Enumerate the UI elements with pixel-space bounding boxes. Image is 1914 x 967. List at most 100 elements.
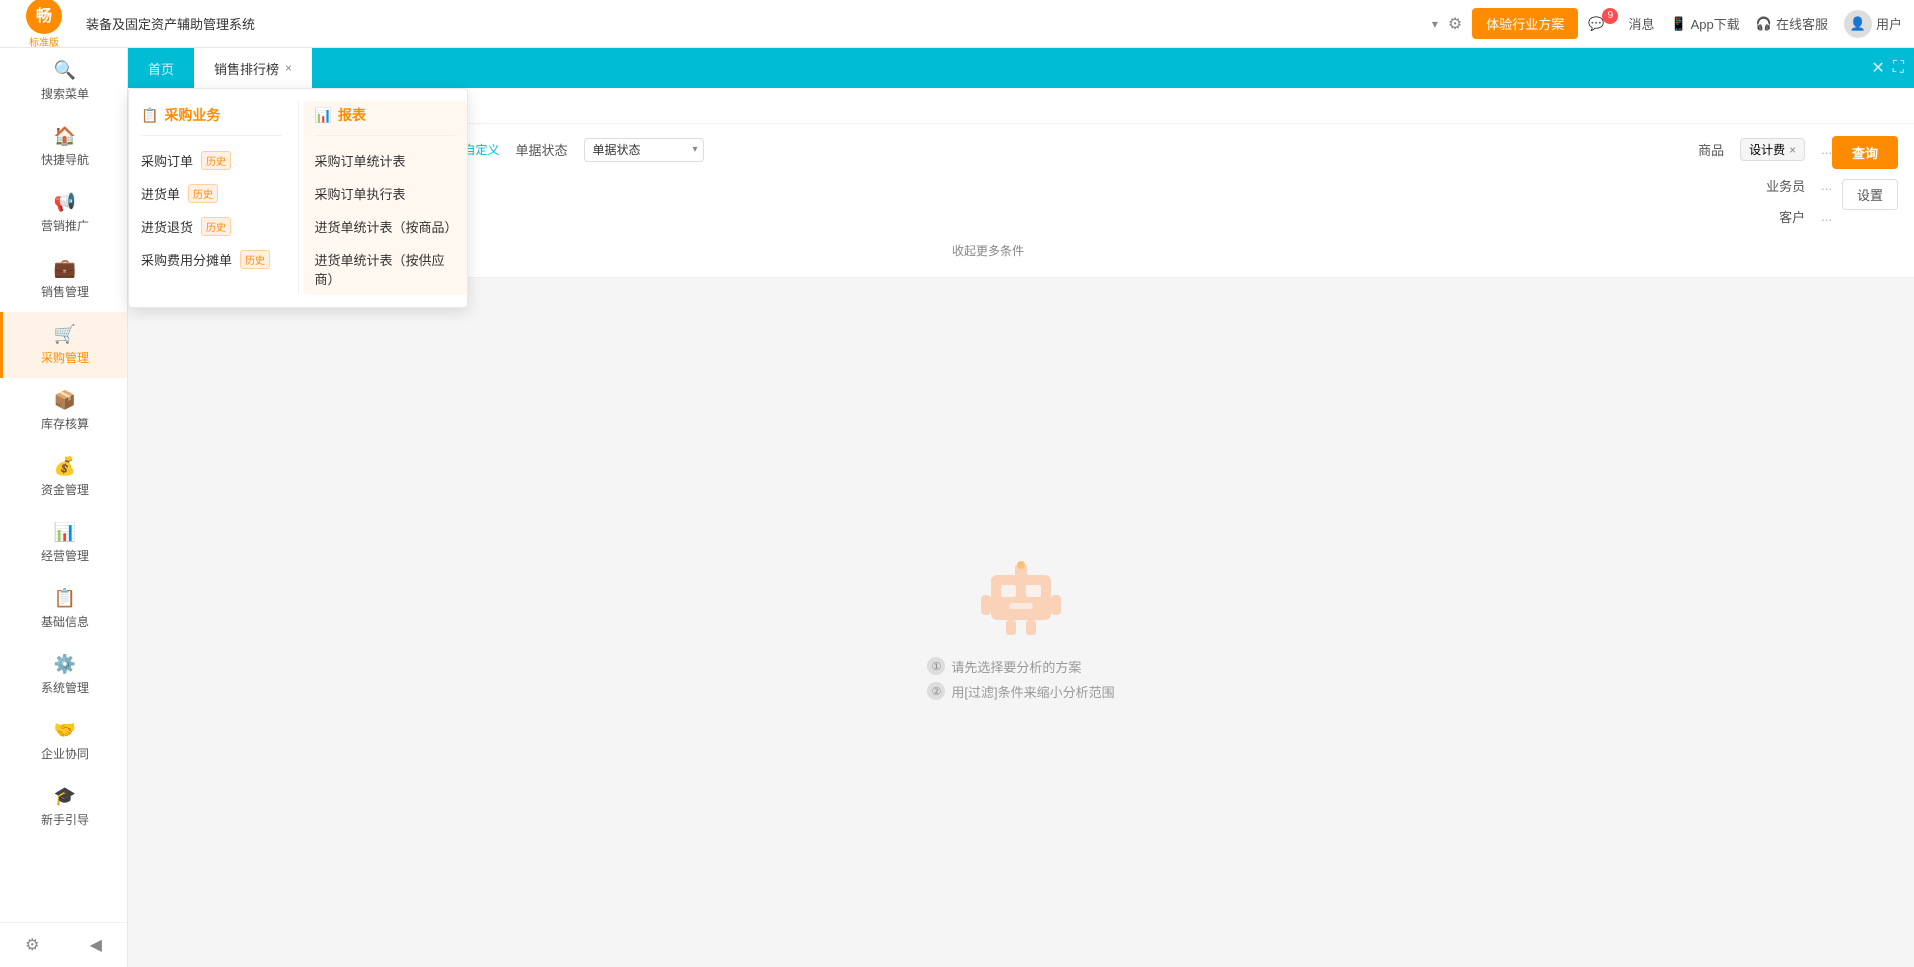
- sidebar-item-inventory-label: 库存核算: [41, 415, 89, 432]
- tab-home[interactable]: 首页: [128, 48, 194, 88]
- goods-tag-close-icon[interactable]: ×: [1789, 143, 1796, 157]
- sidebar-item-quick-nav-label: 快捷导航: [41, 151, 89, 168]
- purchase-order-exec-item[interactable]: 采购订单执行表: [315, 177, 456, 210]
- sidebar-item-inventory[interactable]: 📦 库存核算: [0, 378, 127, 444]
- svg-text:畅: 畅: [36, 6, 52, 25]
- query-button[interactable]: 查询: [1832, 136, 1898, 169]
- headset-icon: 🎧: [1756, 16, 1772, 32]
- logo-version: 标准版: [29, 34, 59, 49]
- dropdown-divider: [298, 101, 299, 295]
- purchase-goods-receipt-item[interactable]: 进货单 历史: [141, 177, 282, 210]
- maximize-window-btn[interactable]: ⛶: [1893, 59, 1904, 77]
- customer-dots[interactable]: ...: [1821, 209, 1832, 224]
- tab-close-icon[interactable]: ×: [285, 61, 292, 75]
- purchase-col-title-text: 采购业务: [164, 105, 220, 125]
- report-col-icon: 📊: [315, 107, 332, 124]
- empty-tips: ① 请先选择要分析的方案 ② 用[过滤]条件来缩小分析范围: [927, 657, 1114, 701]
- tab-window-controls: ✕ ⛶: [1861, 48, 1914, 88]
- message-nav-item[interactable]: 💬 9 消息: [1588, 14, 1654, 33]
- sidebar-item-capital[interactable]: 💰 资金管理: [0, 444, 127, 510]
- user-avatar: 👤: [1844, 10, 1872, 38]
- date-custom[interactable]: 自定义: [464, 141, 500, 158]
- user-label: 用户: [1876, 14, 1902, 33]
- doc-status-select-wrap: 单据状态: [584, 138, 704, 162]
- dropdown-purchase-col: 📋 采购业务 采购订单 历史 进货单 历史 进货退货 历史 采购费用分摊单 历史: [129, 101, 294, 295]
- salesman-dots[interactable]: ...: [1821, 178, 1832, 193]
- sidebar-item-guide-label: 新手引导: [41, 811, 89, 828]
- settings-icon[interactable]: ⚙: [1448, 14, 1462, 34]
- goods-receipt-stats-by-supplier-item[interactable]: 进货单统计表（按供应商）: [315, 243, 456, 295]
- purchase-order-stats-item[interactable]: 采购订单统计表: [315, 144, 456, 177]
- purchase-order-item[interactable]: 采购订单 历史: [141, 144, 282, 177]
- purchase-expense-item[interactable]: 采购费用分摊单 历史: [141, 243, 282, 276]
- purchase-icon: 🛒: [54, 324, 76, 345]
- purchase-goods-receipt-label: 进货单: [141, 184, 180, 203]
- report-col-title-text: 报表: [338, 105, 366, 125]
- purchase-return-item[interactable]: 进货退货 历史: [141, 210, 282, 243]
- logo-area: 畅 标准版: [12, 0, 76, 49]
- sidebar-item-capital-label: 资金管理: [41, 481, 89, 498]
- message-badge: 9: [1602, 8, 1618, 24]
- quick-nav-icon: 🏠: [54, 126, 76, 147]
- right-actions: 查询 设置: [1832, 136, 1898, 210]
- purchase-col-title: 📋 采购业务: [141, 101, 282, 136]
- sidebar-item-operation[interactable]: 📊 经营管理: [0, 510, 127, 576]
- sidebar-item-system[interactable]: ⚙️ 系统管理: [0, 642, 127, 708]
- sidebar-item-search[interactable]: 🔍 搜索菜单: [0, 48, 127, 114]
- system-name: 装备及固定资产辅助管理系统: [86, 14, 1422, 33]
- sidebar-settings-btn[interactable]: ⚙: [25, 935, 39, 955]
- close-window-btn[interactable]: ✕: [1871, 58, 1884, 78]
- empty-tip-1-text: 请先选择要分析的方案: [951, 657, 1081, 676]
- purchase-dropdown-menu: 📋 采购业务 采购订单 历史 进货单 历史 进货退货 历史 采购费用分摊单 历史: [128, 88, 468, 308]
- app-logo: 畅: [26, 0, 62, 34]
- user-nav-item[interactable]: 👤 用户: [1844, 10, 1902, 38]
- doc-status-select[interactable]: 单据状态: [584, 138, 704, 162]
- user-icon: 👤: [1850, 16, 1866, 32]
- purchase-order-history-badge: 历史: [201, 151, 231, 170]
- system-name-arrow[interactable]: ▾: [1432, 17, 1438, 31]
- empty-state-illustration: [971, 545, 1071, 645]
- sidebar-item-search-label: 搜索菜单: [41, 85, 89, 102]
- report-col-title: 📊 报表: [315, 101, 456, 136]
- sidebar-item-operation-label: 经营管理: [41, 547, 89, 564]
- online-service-item[interactable]: 🎧 在线客服: [1756, 14, 1828, 33]
- tab-sales-ranking[interactable]: 销售排行榜 ×: [194, 48, 312, 88]
- sidebar-item-cooperation-label: 企业协同: [41, 745, 89, 762]
- set-button[interactable]: 设置: [1842, 179, 1898, 210]
- basic-icon: 📋: [54, 588, 76, 609]
- goods-receipt-stats-by-goods-label: 进货单统计表（按商品）: [315, 217, 456, 236]
- goods-receipt-stats-by-goods-item[interactable]: 进货单统计表（按商品）: [315, 210, 456, 243]
- phone-icon: 📱: [1670, 16, 1686, 32]
- search-icon: 🔍: [54, 60, 76, 81]
- operation-icon: 📊: [54, 522, 76, 543]
- app-download-item[interactable]: 📱 App下载: [1670, 14, 1739, 33]
- sidebar-item-cooperation[interactable]: 🤝 企业协同: [0, 708, 127, 774]
- sidebar-collapse-btn[interactable]: ◀: [90, 935, 102, 955]
- purchase-goods-receipt-history-badge: 历史: [188, 184, 218, 203]
- sales-icon: 💼: [54, 258, 76, 279]
- top-nav-right: 💬 9 消息 📱 App下载 🎧 在线客服 👤 用户: [1588, 10, 1902, 38]
- sidebar-item-guide[interactable]: 🎓 新手引导: [0, 774, 127, 840]
- inventory-icon: 📦: [54, 390, 76, 411]
- sidebar-item-basic[interactable]: 📋 基础信息: [0, 576, 127, 642]
- sidebar-item-quick-nav[interactable]: 🏠 快捷导航: [0, 114, 127, 180]
- marketing-icon: 📢: [54, 192, 76, 213]
- empty-state: ① 请先选择要分析的方案 ② 用[过滤]条件来缩小分析范围: [128, 278, 1914, 967]
- sidebar-item-basic-label: 基础信息: [41, 613, 89, 630]
- app-download-label: App下载: [1691, 14, 1740, 33]
- sidebar-item-sales[interactable]: 💼 销售管理: [0, 246, 127, 312]
- sidebar-bottom: ⚙ ◀: [0, 922, 127, 967]
- cooperation-icon: 🤝: [54, 720, 76, 741]
- sidebar-item-purchase[interactable]: 🛒 采购管理: [0, 312, 127, 378]
- sidebar-item-purchase-label: 采购管理: [41, 349, 89, 366]
- industry-button[interactable]: 体验行业方案: [1472, 8, 1578, 39]
- purchase-return-label: 进货退货: [141, 217, 193, 236]
- purchase-return-history-badge: 历史: [201, 217, 231, 236]
- tip-1-num: ①: [927, 657, 945, 675]
- tip-2-num: ②: [927, 682, 945, 700]
- goods-dots[interactable]: ...: [1821, 142, 1832, 157]
- collapse-btn[interactable]: 收起更多条件: [946, 236, 1030, 265]
- goods-tag: 设计费 ×: [1740, 138, 1805, 161]
- purchase-order-label: 采购订单: [141, 151, 193, 170]
- sidebar-item-marketing[interactable]: 📢 营销推广: [0, 180, 127, 246]
